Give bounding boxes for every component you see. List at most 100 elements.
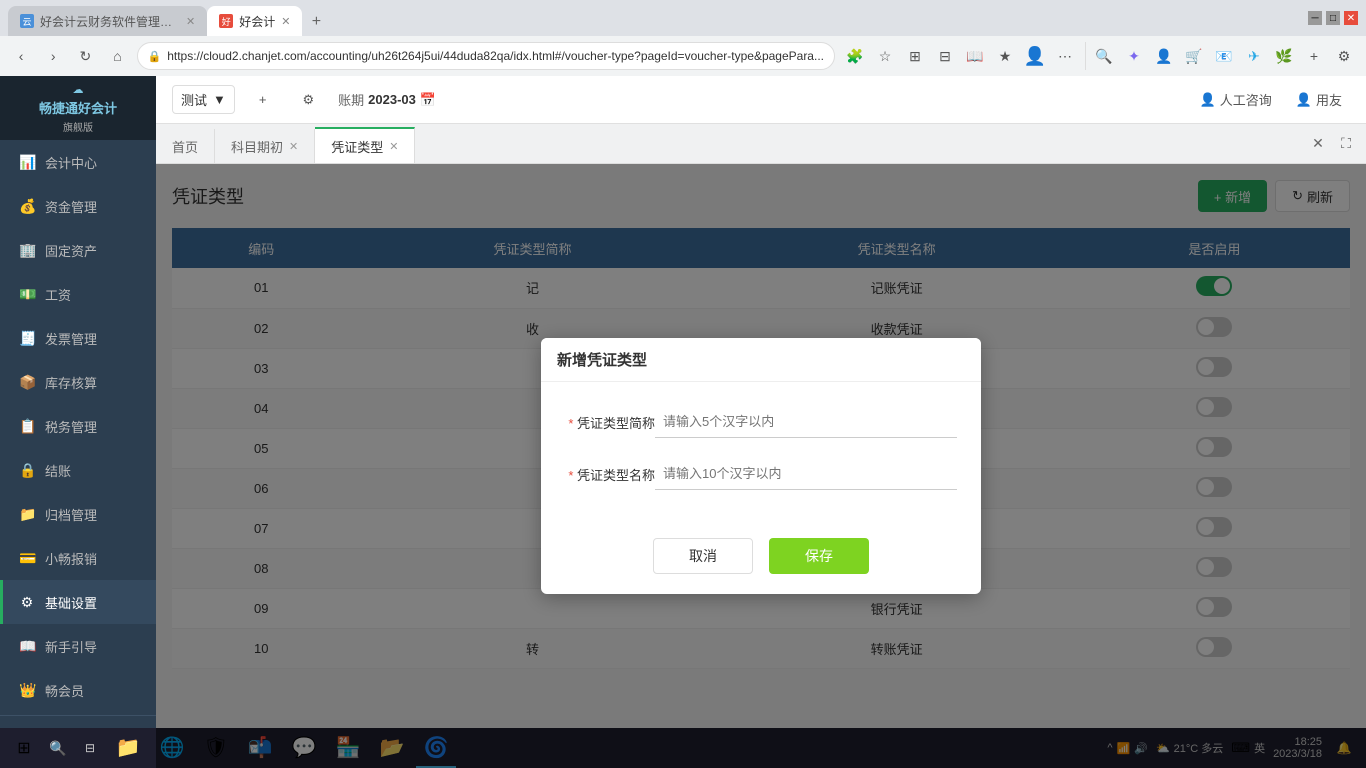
settings-btn[interactable]: ⚙	[290, 86, 326, 114]
tab-right-controls: ✕ ⛶	[1298, 124, 1366, 163]
start-button[interactable]: ⊞	[8, 732, 40, 764]
tab-favicon-1: 云	[20, 14, 34, 28]
reload-button[interactable]: ↻	[72, 42, 98, 70]
form-input-abbr[interactable]	[655, 406, 957, 438]
tab-voucher[interactable]: 凭证类型 ✕	[315, 127, 415, 163]
more-button[interactable]: ⋯	[1051, 42, 1079, 70]
form-row-name: 凭证类型名称	[565, 458, 957, 490]
tab-close-2[interactable]: ✕	[281, 15, 290, 28]
sidebar-item-tax[interactable]: 📋 税务管理	[0, 404, 156, 448]
favorites-button[interactable]: ☆	[871, 42, 899, 70]
browser-titlebar: 云 好会计云财务软件管理系统_会计 ✕ 好 好会计 ✕ + ─ □ ✕	[0, 0, 1366, 36]
sidebar-tree-button[interactable]: 🌿	[1270, 42, 1298, 70]
task-view-button[interactable]: ⊟	[76, 734, 104, 762]
tab-voucher-label: 凭证类型	[331, 137, 383, 156]
cancel-button[interactable]: 取消	[653, 538, 753, 574]
salary-icon: 💵	[19, 286, 35, 303]
sidebar-item-guide[interactable]: 📖 新手引导	[0, 624, 156, 668]
tab-close-1[interactable]: ✕	[186, 15, 195, 28]
sidebar-item-dashboard[interactable]: 📊 会计中心	[0, 140, 156, 184]
sidebar-item-fixed[interactable]: 🏢 固定资产	[0, 228, 156, 272]
minimize-button[interactable]: ─	[1308, 11, 1322, 25]
sidebar-logo: ☁ 畅捷通好会计 旗舰版	[0, 76, 156, 140]
modal-title: 新增凭证类型	[557, 349, 647, 370]
read-view-button[interactable]: 📖	[961, 42, 989, 70]
user-button[interactable]: 👤 用友	[1288, 86, 1350, 113]
home-button[interactable]: ⌂	[104, 42, 130, 70]
invoice-icon: 🧾	[19, 330, 35, 347]
browser-tab-1[interactable]: 云 好会计云财务软件管理系统_会计 ✕	[8, 6, 207, 36]
tab-subject-label: 科目期初	[231, 137, 283, 156]
form-input-name[interactable]	[655, 458, 957, 490]
close-button[interactable]: ✕	[1344, 11, 1358, 25]
sidebar-add-button[interactable]: +	[1300, 42, 1328, 70]
closing-icon: 🔒	[19, 462, 35, 479]
account-period: 账期 2023-03 📅	[338, 90, 436, 109]
sidebar-copilot-button[interactable]: ✦	[1120, 42, 1148, 70]
sidebar-item-salary[interactable]: 💵 工资	[0, 272, 156, 316]
workspace-selector[interactable]: 测试 ▼	[172, 85, 235, 114]
split-view-button[interactable]: ⊟	[931, 42, 959, 70]
dashboard-icon: 📊	[19, 154, 35, 171]
sidebar-item-label-member: 畅会员	[45, 681, 84, 700]
address-bar[interactable]: 🔒 https://cloud2.chanjet.com/accounting/…	[137, 42, 836, 70]
sidebar-item-invoice[interactable]: 🧾 发票管理	[0, 316, 156, 360]
forward-button[interactable]: ›	[40, 42, 66, 70]
expense-icon: 💳	[19, 550, 35, 567]
sidebar-user-button[interactable]: 👤	[1150, 42, 1178, 70]
sidebar-item-closing[interactable]: 🔒 结账	[0, 448, 156, 492]
profile-button[interactable]: 👤	[1021, 42, 1049, 70]
browser-toolbar-icons: 🧩 ☆ ⊞ ⊟ 📖 ★ 👤 ⋯	[841, 42, 1079, 70]
tab-close-panel-button[interactable]: ✕	[1306, 132, 1330, 156]
browser-addressbar: ‹ › ↻ ⌂ 🔒 https://cloud2.chanjet.com/acc…	[0, 36, 1366, 76]
sidebar-telegram-button[interactable]: ✈	[1240, 42, 1268, 70]
tab-fullscreen-button[interactable]: ⛶	[1334, 132, 1358, 156]
sidebar-settings-button[interactable]: ⚙	[1330, 42, 1358, 70]
sidebar-item-inventory[interactable]: 📦 库存核算	[0, 360, 156, 404]
consult-icon: 👤	[1200, 92, 1216, 108]
inventory-icon: 📦	[19, 374, 35, 391]
sidebar-item-expense[interactable]: 💳 小畅报销	[0, 536, 156, 580]
collections-button[interactable]: ⊞	[901, 42, 929, 70]
consult-button[interactable]: 👤 人工咨询	[1192, 86, 1280, 113]
add-workspace-button[interactable]: +	[247, 86, 279, 114]
sidebar-item-label-settings: 基础设置	[45, 593, 97, 612]
sidebar-outlook-button[interactable]: 📧	[1210, 42, 1238, 70]
sidebar-search-button[interactable]: 🔍	[1090, 42, 1118, 70]
search-button[interactable]: 🔍	[44, 734, 72, 762]
tab-favicon-2: 好	[219, 14, 233, 28]
tab-home[interactable]: 首页	[156, 129, 215, 163]
workspace-label: 测试	[181, 90, 207, 109]
tab-subject-close-icon[interactable]: ✕	[289, 140, 298, 153]
new-tab-button[interactable]: +	[302, 8, 330, 36]
sidebar-item-label-archive: 归档管理	[45, 505, 97, 524]
tab-voucher-close-icon[interactable]: ✕	[389, 140, 398, 153]
sidebar-item-label-closing: 结账	[45, 461, 71, 480]
maximize-button[interactable]: □	[1326, 11, 1340, 25]
sidebar-item-label-inventory: 库存核算	[45, 373, 97, 392]
tax-icon: 📋	[19, 418, 35, 435]
sidebar-item-label-fixed: 固定资产	[45, 241, 97, 260]
tab-subject[interactable]: 科目期初 ✕	[215, 129, 315, 163]
back-button[interactable]: ‹	[8, 42, 34, 70]
fixed-icon: 🏢	[19, 242, 35, 259]
sidebar-shopping-button[interactable]: 🛒	[1180, 42, 1208, 70]
settings-gear-icon: ⚙	[302, 92, 314, 108]
save-button[interactable]: 保存	[769, 538, 869, 574]
sidebar-item-capital[interactable]: 💰 资金管理	[0, 184, 156, 228]
sidebar-item-label-expense: 小畅报销	[45, 549, 97, 568]
main-content: 测试 ▼ + ⚙ 账期 2023-03 📅 👤 人工咨询 👤	[156, 76, 1366, 768]
address-text: https://cloud2.chanjet.com/accounting/uh…	[167, 49, 824, 63]
top-bar: 测试 ▼ + ⚙ 账期 2023-03 📅 👤 人工咨询 👤	[156, 76, 1366, 124]
sidebar-item-archive[interactable]: 📁 归档管理	[0, 492, 156, 536]
browser-tab-2[interactable]: 好 好会计 ✕	[207, 6, 302, 36]
taskbar-app-explorer[interactable]: 📁	[108, 728, 148, 768]
sidebar-item-settings[interactable]: ⚙ 基础设置	[0, 580, 156, 624]
tab-label-2: 好会计	[239, 13, 275, 30]
extensions-button[interactable]: 🧩	[841, 42, 869, 70]
user-avatar-icon: 👤	[1296, 92, 1312, 108]
page-tabs: 首页 科目期初 ✕ 凭证类型 ✕ ✕ ⛶	[156, 124, 1366, 164]
add-favorites-button[interactable]: ★	[991, 42, 1019, 70]
sidebar-scroll: 📊 会计中心 💰 资金管理 🏢 固定资产 💵 工资 🧾 发票管理 📦 库	[0, 140, 156, 715]
sidebar-item-member[interactable]: 👑 畅会员	[0, 668, 156, 712]
